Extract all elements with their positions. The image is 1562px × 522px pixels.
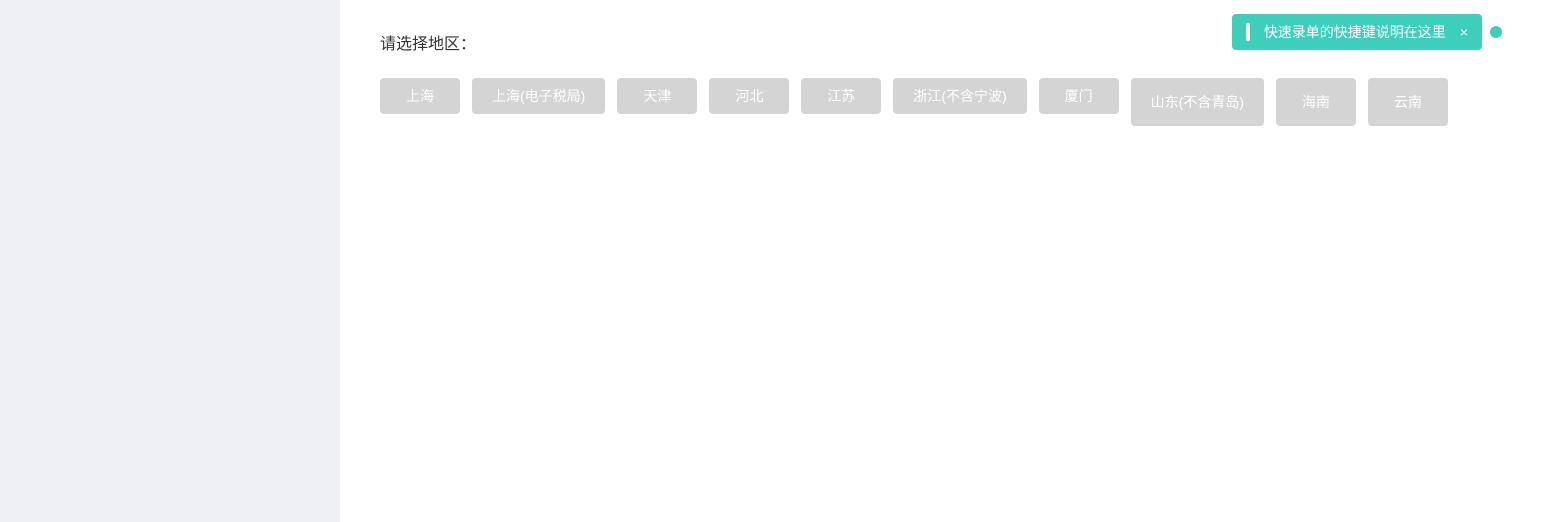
sidebar bbox=[0, 0, 340, 522]
tooltip-close-button[interactable]: × bbox=[1460, 24, 1468, 40]
region-btn-shanghai-etax[interactable]: 上海(电子税局) bbox=[472, 78, 605, 114]
region-btn-hainan[interactable]: 海南 bbox=[1276, 78, 1356, 126]
region-btn-jiangsu[interactable]: 江苏 bbox=[801, 78, 881, 114]
region-btn-tianjin[interactable]: 天津 bbox=[617, 78, 697, 114]
region-btn-shanghai[interactable]: 上海 bbox=[380, 78, 460, 114]
tooltip-border-icon bbox=[1246, 23, 1250, 41]
region-btn-xiamen[interactable]: 厦门 bbox=[1039, 78, 1119, 114]
region-btn-shandong[interactable]: 山东(不含青岛) bbox=[1131, 78, 1264, 126]
region-btn-hebei[interactable]: 河北 bbox=[709, 78, 789, 114]
region-btn-yunnan[interactable]: 云南 bbox=[1368, 78, 1448, 126]
region-btn-zhejiang[interactable]: 浙江(不含宁波) bbox=[893, 78, 1026, 114]
tooltip-bar: 快速录单的快捷键说明在这里 × bbox=[1232, 14, 1502, 50]
region-buttons: 上海上海(电子税局) 天津河北江苏浙江(不含宁波) 厦门山东(不含青岛)海南云南 bbox=[380, 78, 1522, 126]
tooltip-text: 快速录单的快捷键说明在这里 bbox=[1264, 22, 1446, 42]
tooltip-content: 快速录单的快捷键说明在这里 × bbox=[1232, 14, 1482, 50]
tooltip-indicator bbox=[1490, 26, 1502, 38]
main-content: 请选择地区： 上海上海(电子税局)天津河北江苏浙江(不含宁波)厦门山东(不含青岛… bbox=[340, 0, 1562, 522]
